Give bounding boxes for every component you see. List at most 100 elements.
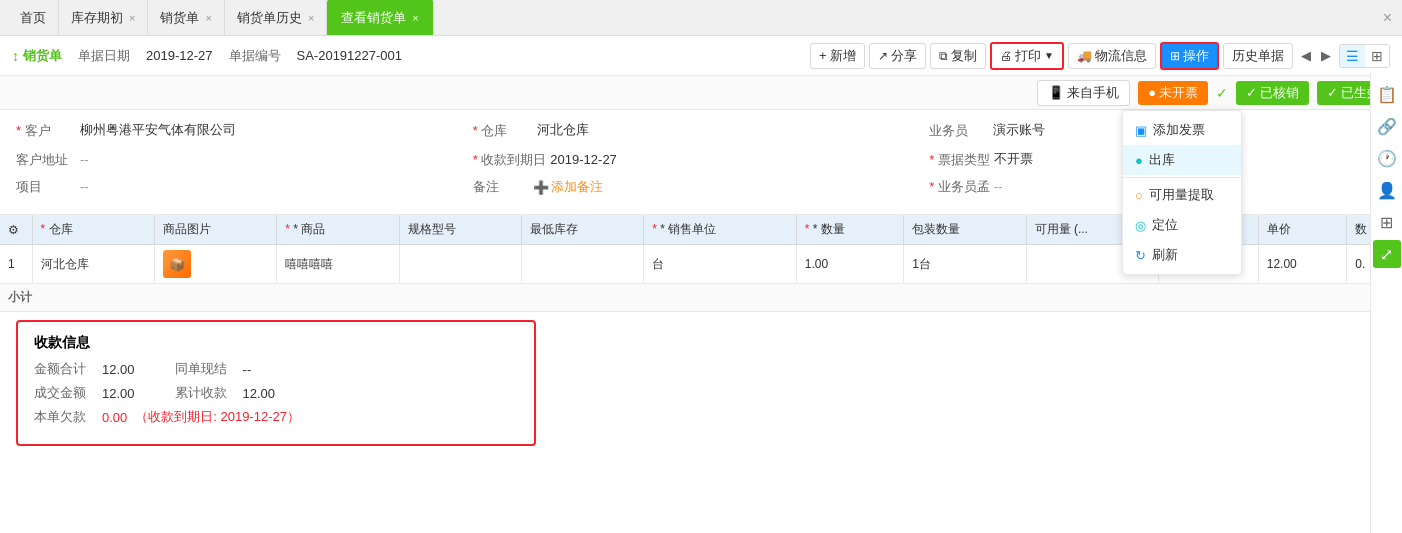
unopen-label: 未开票 — [1159, 84, 1198, 102]
logistics-button[interactable]: 🚚 物流信息 — [1068, 43, 1156, 69]
row-min-stock[interactable] — [521, 245, 643, 284]
menu-outbound[interactable]: ● 出库 — [1123, 145, 1241, 175]
next-icon[interactable]: ▶ — [1317, 46, 1335, 65]
tab-history-close[interactable]: × — [308, 12, 314, 24]
customer-field: 客户 柳州粤港平安气体有限公司 — [16, 120, 473, 141]
row-seq: 1 — [0, 245, 32, 284]
warehouse-value[interactable]: 河北仓库 — [533, 120, 930, 141]
col-sales-unit: * 销售单位 — [644, 215, 797, 245]
history-label: 历史单据 — [1232, 47, 1284, 65]
doc-type-label: 销货单 — [23, 47, 62, 65]
copy-label: 复制 — [951, 47, 977, 65]
row-quantity[interactable]: 1.00 — [796, 245, 903, 284]
row-sales-unit[interactable]: 台 — [644, 245, 797, 284]
operate-button[interactable]: ⊞ 操作 — [1160, 42, 1219, 70]
same-order-field: 同单现结 -- — [175, 360, 252, 378]
same-order-value: -- — [243, 362, 252, 377]
share-label: 分享 — [891, 47, 917, 65]
tab-sales-close[interactable]: × — [205, 12, 211, 24]
same-order-label: 同单现结 — [175, 360, 235, 378]
add-invoice-icon: ▣ — [1135, 123, 1147, 138]
transaction-label: 成交金额 — [34, 384, 94, 402]
confirm-icon[interactable]: ✓ — [1216, 85, 1228, 101]
menu-divider — [1123, 177, 1241, 178]
row-product[interactable]: 嘻嘻嘻嘻 — [277, 245, 399, 284]
cumulative-label: 累计收款 — [175, 384, 235, 402]
locate-icon: ◎ — [1135, 218, 1146, 233]
row-spec[interactable] — [399, 245, 521, 284]
phone-icon: 📱 — [1048, 85, 1064, 100]
menu-add-invoice[interactable]: ▣ 添加发票 — [1123, 115, 1241, 145]
refresh-label: 刷新 — [1152, 246, 1178, 264]
row-warehouse[interactable]: 河北仓库 — [32, 245, 154, 284]
number-label: 单据编号 — [229, 47, 281, 65]
refresh-icon: ↻ — [1135, 248, 1146, 263]
add-invoice-label: 添加发票 — [1153, 121, 1205, 139]
tab-sales-history[interactable]: 销货单历史 × — [225, 0, 327, 35]
col-quantity: * 数量 — [796, 215, 903, 245]
doc-title: ↕ 销货单 — [12, 47, 62, 65]
global-close-icon[interactable]: × — [1383, 9, 1392, 27]
available-pickup-label: 可用量提取 — [1149, 186, 1214, 204]
note-button[interactable]: 📋 — [1373, 80, 1401, 108]
transaction-field: 成交金额 12.00 — [34, 384, 135, 402]
new-button[interactable]: + 新增 — [810, 43, 865, 69]
warehouse-field: 仓库 河北仓库 — [473, 120, 930, 141]
logistics-icon: 🚚 — [1077, 49, 1092, 63]
tab-view-close[interactable]: × — [412, 12, 418, 24]
user-circle-button[interactable]: 👤 — [1373, 176, 1401, 204]
owed-field: 本单欠款 0.00 （收款到期日: 2019-12-27） — [34, 408, 300, 426]
tab-inventory-init[interactable]: 库存期初 × — [59, 0, 148, 35]
tab-inventory-close[interactable]: × — [129, 12, 135, 24]
payment-date-value[interactable]: 2019-12-27 — [546, 151, 929, 169]
link-button[interactable]: 🔗 — [1373, 112, 1401, 140]
cumulative-field: 累计收款 12.00 — [175, 384, 276, 402]
tab-home[interactable]: 首页 — [8, 0, 59, 35]
ticket-label: 票据类型 — [929, 151, 990, 169]
list-view-icon[interactable]: ☰ — [1340, 45, 1365, 67]
checked-label: 已核销 — [1260, 84, 1299, 102]
remark-add-label: 添加备注 — [551, 178, 603, 196]
col-gear[interactable]: ⚙ — [0, 215, 32, 245]
menu-locate[interactable]: ◎ 定位 — [1123, 210, 1241, 240]
table-view-button[interactable]: ⊞ — [1373, 208, 1401, 236]
unopen-badge[interactable]: ● 未开票 — [1138, 81, 1208, 105]
project-field: 项目 -- — [16, 178, 473, 196]
row-pack-qty[interactable]: 1台 — [904, 245, 1026, 284]
view-toggle: ☰ ⊞ — [1339, 44, 1390, 68]
effect-icon: ✓ — [1327, 85, 1338, 100]
tab-bar: 首页 库存期初 × 销货单 × 销货单历史 × 查看销货单 × × — [0, 0, 1402, 36]
tab-view-sales[interactable]: 查看销货单 × — [327, 0, 433, 35]
checked-badge[interactable]: ✓ 已核销 — [1236, 81, 1309, 105]
print-label: 打印 — [1015, 47, 1041, 65]
address-label: 客户地址 — [16, 151, 76, 169]
history-circle-button[interactable]: 🕐 — [1373, 144, 1401, 172]
col-spec: 规格型号 — [399, 215, 521, 245]
row-product-img: 📦 — [154, 245, 276, 284]
right-sidebar: 📋 🔗 🕐 👤 ⊞ ⤢ — [1370, 72, 1402, 533]
from-phone-button[interactable]: 📱 来自手机 — [1037, 80, 1130, 106]
subtotal-label: 小计 — [0, 284, 1402, 312]
project-value[interactable]: -- — [76, 178, 473, 196]
prev-icon[interactable]: ◀ — [1297, 46, 1315, 65]
menu-available-pickup[interactable]: ○ 可用量提取 — [1123, 180, 1241, 210]
print-button[interactable]: 🖨 打印 ▼ — [990, 42, 1064, 70]
copy-button[interactable]: ⧉ 复制 — [930, 43, 986, 69]
unopen-icon: ● — [1148, 85, 1156, 100]
customer-label: 客户 — [16, 122, 76, 140]
add-remark-button[interactable]: ➕ 添加备注 — [533, 178, 603, 196]
content-area: ↕ 销货单 单据日期 2019-12-27 单据编号 SA-20191227-0… — [0, 36, 1402, 533]
expand-button[interactable]: ⤢ — [1373, 240, 1401, 268]
tab-sales-order[interactable]: 销货单 × — [148, 0, 224, 35]
total-label: 金额合计 — [34, 360, 94, 378]
grid-view-icon[interactable]: ⊞ — [1365, 45, 1389, 67]
payment-date-label: 收款到期日 — [473, 151, 547, 169]
share-button[interactable]: ↗ 分享 — [869, 43, 926, 69]
menu-refresh[interactable]: ↻ 刷新 — [1123, 240, 1241, 270]
payment-row-2: 成交金额 12.00 累计收款 12.00 — [34, 384, 518, 402]
row-unit-price[interactable]: 12.00 — [1258, 245, 1347, 284]
address-value[interactable]: -- — [76, 151, 473, 169]
col-product: * 商品 — [277, 215, 399, 245]
customer-value[interactable]: 柳州粤港平安气体有限公司 — [76, 120, 473, 141]
history-button[interactable]: 历史单据 — [1223, 43, 1293, 69]
